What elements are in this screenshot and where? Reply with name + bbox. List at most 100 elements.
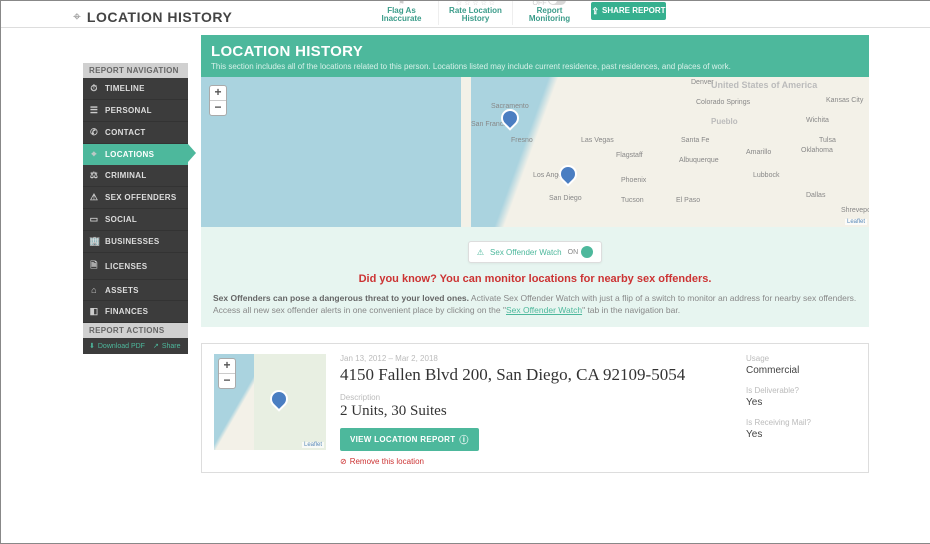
location-main: Jan 13, 2012 – Mar 2, 2018 4150 Fallen B…: [340, 354, 732, 466]
sidebar-item-businesses[interactable]: 🏢 BUSINESSES: [83, 231, 188, 253]
sidebar-item-finances[interactable]: ◧ FINANCES: [83, 301, 188, 323]
mini-zoom-out[interactable]: −: [219, 374, 235, 388]
switch-knob-icon: [581, 246, 593, 258]
remove-label: Remove this location: [350, 457, 424, 466]
nav-icon: ⌖: [89, 149, 99, 160]
mini-map-zoom: + −: [218, 358, 236, 389]
main-content: LOCATION HISTORY This section includes a…: [201, 35, 869, 473]
map-usa-label: United States of America: [711, 81, 817, 91]
remove-location-link[interactable]: ⊘ Remove this location: [340, 457, 732, 466]
map-city: Colorado Springs: [696, 99, 750, 106]
deliverable-label: Is Deliverable?: [746, 386, 856, 395]
flag-inaccurate[interactable]: ⚑ Flag As Inaccurate: [365, 1, 439, 25]
section-title: LOCATION HISTORY: [211, 43, 859, 60]
sidebar-item-personal[interactable]: ☰PERSONAL: [83, 100, 188, 122]
nav-icon: 🗎: [89, 258, 99, 274]
shield-small-icon: ⚠: [477, 248, 484, 257]
nav-label: PERSONAL: [105, 106, 152, 115]
rate-history[interactable]: ☆ ☆ ☆ ☆ ☆ Rate Location History: [439, 1, 513, 25]
location-description: 2 Units, 30 Suites: [340, 403, 732, 420]
page-title: LOCATION HISTORY: [87, 9, 232, 25]
report-actions-header: REPORT ACTIONS: [83, 323, 188, 338]
map-zoom: + −: [209, 85, 227, 116]
monitor-label: Report Monitoring: [517, 7, 582, 25]
usage-label: Usage: [746, 354, 856, 363]
view-location-report-button[interactable]: VIEW LOCATION REPORT ⓘ: [340, 428, 479, 451]
watch-body: Sex Offenders can pose a dangerous threa…: [213, 293, 857, 317]
share-action[interactable]: ↗Share: [153, 342, 181, 350]
share-small-icon: ↗: [153, 342, 159, 350]
map-city: Oklahoma: [801, 147, 833, 154]
map-city: Kansas City: [826, 97, 863, 104]
map-city: Santa Fe: [681, 137, 709, 144]
map-coast: [471, 77, 611, 227]
zoom-out-button[interactable]: −: [210, 101, 226, 115]
nav-label: FINANCES: [105, 307, 148, 316]
zoom-in-button[interactable]: +: [210, 86, 226, 101]
receiving-label: Is Receiving Mail?: [746, 418, 856, 427]
sidebar: REPORT NAVIGATION ⏱TIMELINE☰PERSONAL✆CON…: [83, 63, 188, 354]
watch-switch[interactable]: ON: [568, 246, 594, 258]
watch-pill-label: Sex Offender Watch: [490, 248, 562, 257]
map-city: Tucson: [621, 197, 644, 204]
map-city: Las Vegas: [581, 137, 614, 144]
map-city: Denver: [691, 79, 714, 86]
nav-icon: ▭: [89, 214, 99, 225]
map-city: Flagstaff: [616, 152, 643, 159]
watch-nav-link[interactable]: Sex Offender Watch: [506, 305, 582, 315]
mini-zoom-in[interactable]: +: [219, 359, 235, 374]
map-city: Lubbock: [753, 172, 779, 179]
sidebar-item-timeline[interactable]: ⏱TIMELINE: [83, 78, 188, 100]
location-mini-map[interactable]: + − Leaflet: [214, 354, 326, 450]
map-city: El Paso: [676, 197, 700, 204]
nav-icon: ◧: [89, 306, 99, 317]
share-icon: ⇪: [591, 2, 599, 20]
page-title-area: ⌖ LOCATION HISTORY: [73, 8, 232, 25]
usage-value: Commercial: [746, 365, 856, 376]
mini-map-marker[interactable]: [266, 386, 291, 411]
map-city: Wichita: [806, 117, 829, 124]
nav-label: LICENSES: [105, 262, 147, 271]
map-city: Pueblo: [711, 117, 738, 126]
map-city: Fresno: [511, 137, 533, 144]
sidebar-item-licenses[interactable]: 🗎 LICENSES: [83, 253, 188, 280]
deliverable-value: Yes: [746, 397, 856, 408]
sidebar-item-social[interactable]: ▭SOCIAL: [83, 209, 188, 231]
report-actions: ⬇Download PDF ↗Share: [83, 338, 188, 354]
map-city: Albuquerque: [679, 157, 719, 164]
section-header: LOCATION HISTORY This section includes a…: [201, 35, 869, 77]
map-city: Dallas: [806, 192, 825, 199]
nav-label: TIMELINE: [105, 84, 145, 93]
nav-icon: 🏢: [89, 236, 99, 247]
location-meta: Usage Commercial Is Deliverable? Yes Is …: [746, 354, 856, 466]
download-pdf[interactable]: ⬇Download PDF: [89, 342, 145, 350]
map-city: Amarillo: [746, 149, 771, 156]
nav-icon: ⚠: [89, 192, 99, 203]
sidebar-item-assets[interactable]: ⌂ASSETS: [83, 280, 188, 301]
nav-icon: ⚖: [89, 170, 99, 181]
top-bar: ⌖ LOCATION HISTORY ⚑ Flag As Inaccurate …: [1, 1, 930, 28]
flag-label: Flag As Inaccurate: [369, 7, 434, 25]
share-report-button[interactable]: ⇪ SHARE REPORT: [591, 2, 666, 20]
location-pin-icon: ⌖: [73, 8, 81, 25]
sidebar-item-contact[interactable]: ✆ CONTACT: [83, 122, 188, 144]
map-city: Shreveport: [841, 207, 869, 214]
sidebar-item-sex-offenders[interactable]: ⚠SEX OFFENDERS: [83, 187, 188, 209]
section-subtitle: This section includes all of the locatio…: [211, 62, 859, 71]
nav-label: ASSETS: [105, 286, 139, 295]
map-city: San Diego: [549, 195, 582, 202]
nav-icon: ✆: [89, 127, 99, 138]
info-circle-icon: ⓘ: [459, 433, 468, 446]
sidebar-item-locations[interactable]: ⌖LOCATIONS: [83, 144, 188, 165]
overview-map[interactable]: United States of America + − Sacramento …: [201, 77, 869, 227]
map-city: Tulsa: [819, 137, 836, 144]
nav-label: CONTACT: [105, 128, 146, 137]
nav-label: BUSINESSES: [105, 237, 160, 246]
share-label: SHARE REPORT: [602, 2, 666, 20]
report-monitoring[interactable]: OFF Report Monitoring: [513, 1, 586, 25]
map-attribution: Leaflet: [845, 219, 867, 225]
sidebar-item-criminal[interactable]: ⚖CRIMINAL: [83, 165, 188, 187]
receiving-value: Yes: [746, 429, 856, 440]
watch-body-bold: Sex Offenders can pose a dangerous threa…: [213, 293, 469, 303]
watch-toggle[interactable]: ⚠ Sex Offender Watch ON: [468, 241, 602, 263]
